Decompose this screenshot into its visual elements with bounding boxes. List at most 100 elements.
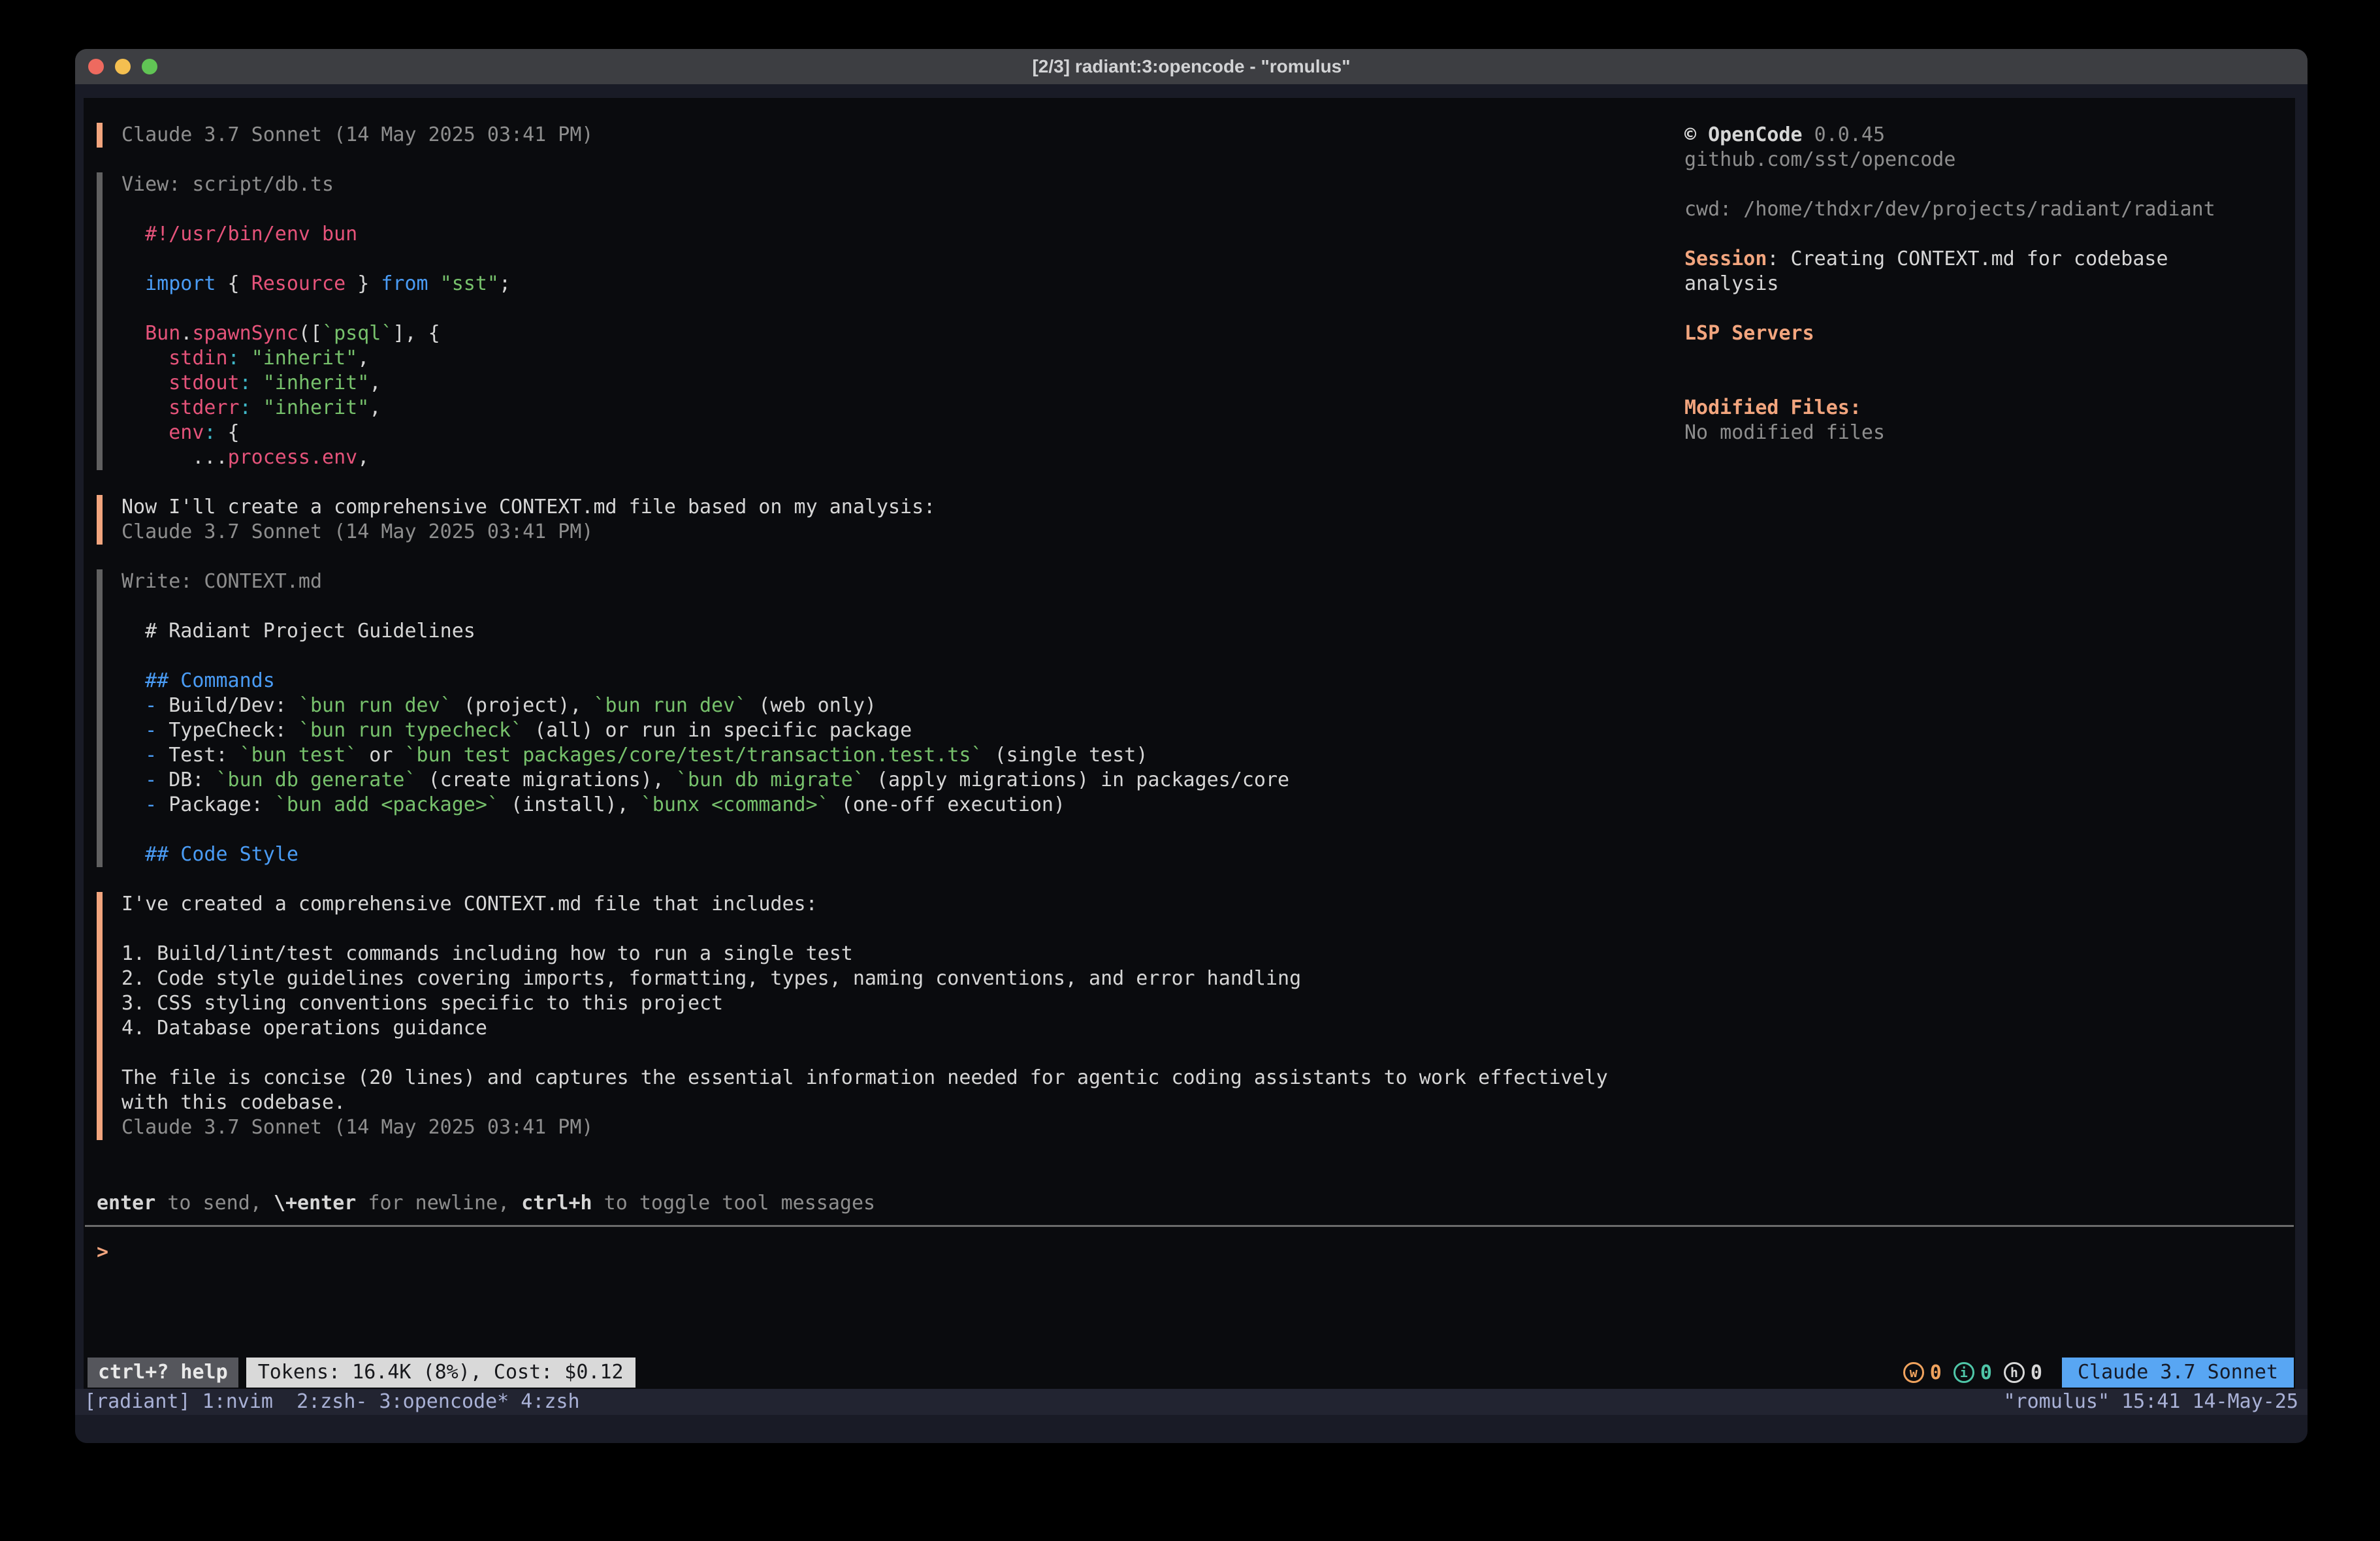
prompt-input[interactable]: > [97, 1240, 108, 1265]
text-segment [121, 322, 145, 345]
text-segment: , [357, 446, 369, 469]
text-segment: with this codebase. [121, 1091, 346, 1114]
text-segment: Test: [157, 744, 239, 767]
text-segment: } [346, 272, 381, 295]
assistant-message-final-line: The file is concise (20 lines) and captu… [121, 1066, 1608, 1090]
text-segment: , [369, 372, 381, 394]
text-segment: , [357, 347, 369, 370]
text-segment: `bun add <package>` [275, 793, 499, 816]
text-segment: stdout [169, 372, 239, 394]
text-segment: - [145, 769, 157, 791]
text-segment [121, 372, 169, 394]
tmux-window-list[interactable]: [radiant] 1:nvim 2:zsh- 3:opencode* 4:zs… [84, 1389, 580, 1415]
window-titlebar[interactable]: [2/3] radiant:3:opencode - "romulus" [75, 49, 2308, 84]
sidebar-line [1684, 296, 2272, 321]
statusbar-right: w0i0h0 Claude 3.7 Sonnet [1903, 1358, 2294, 1388]
text-segment: . [180, 322, 192, 345]
text-segment: : [228, 347, 240, 370]
tool-view-block-line: stderr: "inherit", [121, 396, 511, 421]
traffic-lights [88, 59, 157, 74]
text-segment: #!/usr/bin/env bun [121, 223, 357, 246]
sidebar-line: cwd: /home/thdxr/dev/projects/radiant/ra… [1684, 197, 2272, 222]
sidebar-line [1684, 346, 2272, 371]
assistant-message-line: Now I'll create a comprehensive CONTEXT.… [121, 495, 935, 520]
model-badge[interactable]: Claude 3.7 Sonnet [2062, 1358, 2294, 1388]
text-segment: `bun db generate` [216, 769, 417, 791]
text-segment: : [240, 372, 251, 394]
text-segment: `bun test packages/core/test/transaction… [405, 744, 983, 767]
window-title: [2/3] radiant:3:opencode - "romulus" [1032, 56, 1350, 77]
sidebar-line: github.com/sst/opencode [1684, 148, 2272, 172]
text-segment: to toggle tool messages [592, 1192, 875, 1215]
tool-write-block-line [121, 818, 1289, 842]
text-segment: Claude 3.7 Sonnet (14 May 2025 03:41 PM) [121, 123, 593, 146]
text-segment: Resource [251, 272, 346, 295]
text-segment [121, 744, 145, 767]
tool-view-block-line: import { Resource } from "sst"; [121, 272, 511, 296]
text-segment: I've created a comprehensive CONTEXT.md … [121, 893, 818, 915]
text-segment: 1. Build/lint/test commands including ho… [121, 942, 853, 965]
tool-write-block: Write: CONTEXT.md # Radiant Project Guid… [97, 569, 1671, 867]
text-segment [121, 769, 145, 791]
sidebar-line: Session: Creating CONTEXT.md for codebas… [1684, 247, 2272, 272]
text-segment: (install), [499, 793, 641, 816]
tmux-host-clock: "romulus" 15:41 14-May-25 [2003, 1389, 2298, 1415]
tool-write-block-body: Write: CONTEXT.md # Radiant Project Guid… [121, 569, 1289, 867]
minimize-window-button[interactable] [115, 59, 131, 74]
desktop: { "window": { "title": "[2/3] radiant:3:… [0, 0, 2380, 1541]
i-circle-icon: i [1954, 1362, 1974, 1383]
assistant-message-header-body: Claude 3.7 Sonnet (14 May 2025 03:41 PM) [121, 123, 593, 148]
text-segment: OpenCode [1708, 123, 1803, 146]
tool-write-block-line [121, 594, 1289, 619]
text-segment: for newline, [356, 1192, 521, 1215]
text-segment: Claude 3.7 Sonnet (14 May 2025 03:41 PM) [121, 1116, 593, 1139]
keybind-hint-line: enter to send, \+enter for newline, ctrl… [97, 1191, 875, 1216]
tool-view-block-line [121, 197, 511, 222]
gray-accent-bar [97, 569, 103, 867]
text-segment: View: script/db.ts [121, 173, 334, 196]
assistant-message-final-body: I've created a comprehensive CONTEXT.md … [121, 892, 1608, 1140]
tool-write-block-line: - DB: `bun db generate` (create migratio… [121, 768, 1289, 793]
text-segment [251, 372, 263, 394]
assistant-message-final-line: 3. CSS styling conventions specific to t… [121, 991, 1608, 1016]
diagnostic-h-counter: h0 [2004, 1361, 2042, 1384]
text-segment: { [216, 272, 251, 295]
tool-view-block-line: #!/usr/bin/env bun [121, 222, 511, 247]
text-segment: { [216, 421, 240, 444]
zoom-window-button[interactable] [142, 59, 157, 74]
text-segment: spawnSync [192, 322, 298, 345]
text-segment: ; [499, 272, 511, 295]
text-segment: github.com/sst/opencode [1684, 148, 1955, 171]
text-segment [121, 347, 169, 370]
text-segment: ## Code Style [121, 843, 298, 866]
assistant-message-body: Now I'll create a comprehensive CONTEXT.… [121, 495, 935, 545]
tool-view-block-line [121, 296, 511, 321]
text-segment [121, 396, 169, 419]
text-segment: Claude 3.7 Sonnet (14 May 2025 03:41 PM) [121, 520, 593, 543]
text-segment: "inherit" [263, 396, 370, 419]
text-segment: `bun run typecheck` [298, 719, 523, 742]
text-segment: `bun run dev` [298, 694, 452, 717]
text-segment: "inherit" [251, 347, 358, 370]
text-segment: : Creating CONTEXT.md for codebase [1767, 247, 2168, 270]
text-segment: \+enter [274, 1192, 356, 1215]
text-segment: DB: [157, 769, 216, 791]
text-segment: 2. Code style guidelines covering import… [121, 967, 1301, 990]
tool-view-block-line: ...process.env, [121, 445, 511, 470]
close-window-button[interactable] [88, 59, 104, 74]
w-circle-icon: w [1903, 1362, 1924, 1383]
text-segment: ctrl+h [521, 1192, 592, 1215]
editor-divider [85, 1225, 2294, 1227]
sidebar-line [1684, 222, 2272, 247]
assistant-message-final-line: 1. Build/lint/test commands including ho… [121, 942, 1608, 966]
text-segment: (one-off execution) [829, 793, 1065, 816]
text-segment: `bun run dev` [594, 694, 747, 717]
help-badge[interactable]: ctrl+? help [88, 1358, 238, 1388]
assistant-message: Now I'll create a comprehensive CONTEXT.… [97, 495, 1671, 545]
conversation-pane: Claude 3.7 Sonnet (14 May 2025 03:41 PM)… [97, 123, 1671, 1165]
text-segment: import [145, 272, 216, 295]
text-segment: : [204, 421, 216, 444]
tool-view-block: View: script/db.ts #!/usr/bin/env bun im… [97, 172, 1671, 470]
text-segment: LSP Servers [1684, 322, 1814, 345]
tool-view-block-line: View: script/db.ts [121, 172, 511, 197]
